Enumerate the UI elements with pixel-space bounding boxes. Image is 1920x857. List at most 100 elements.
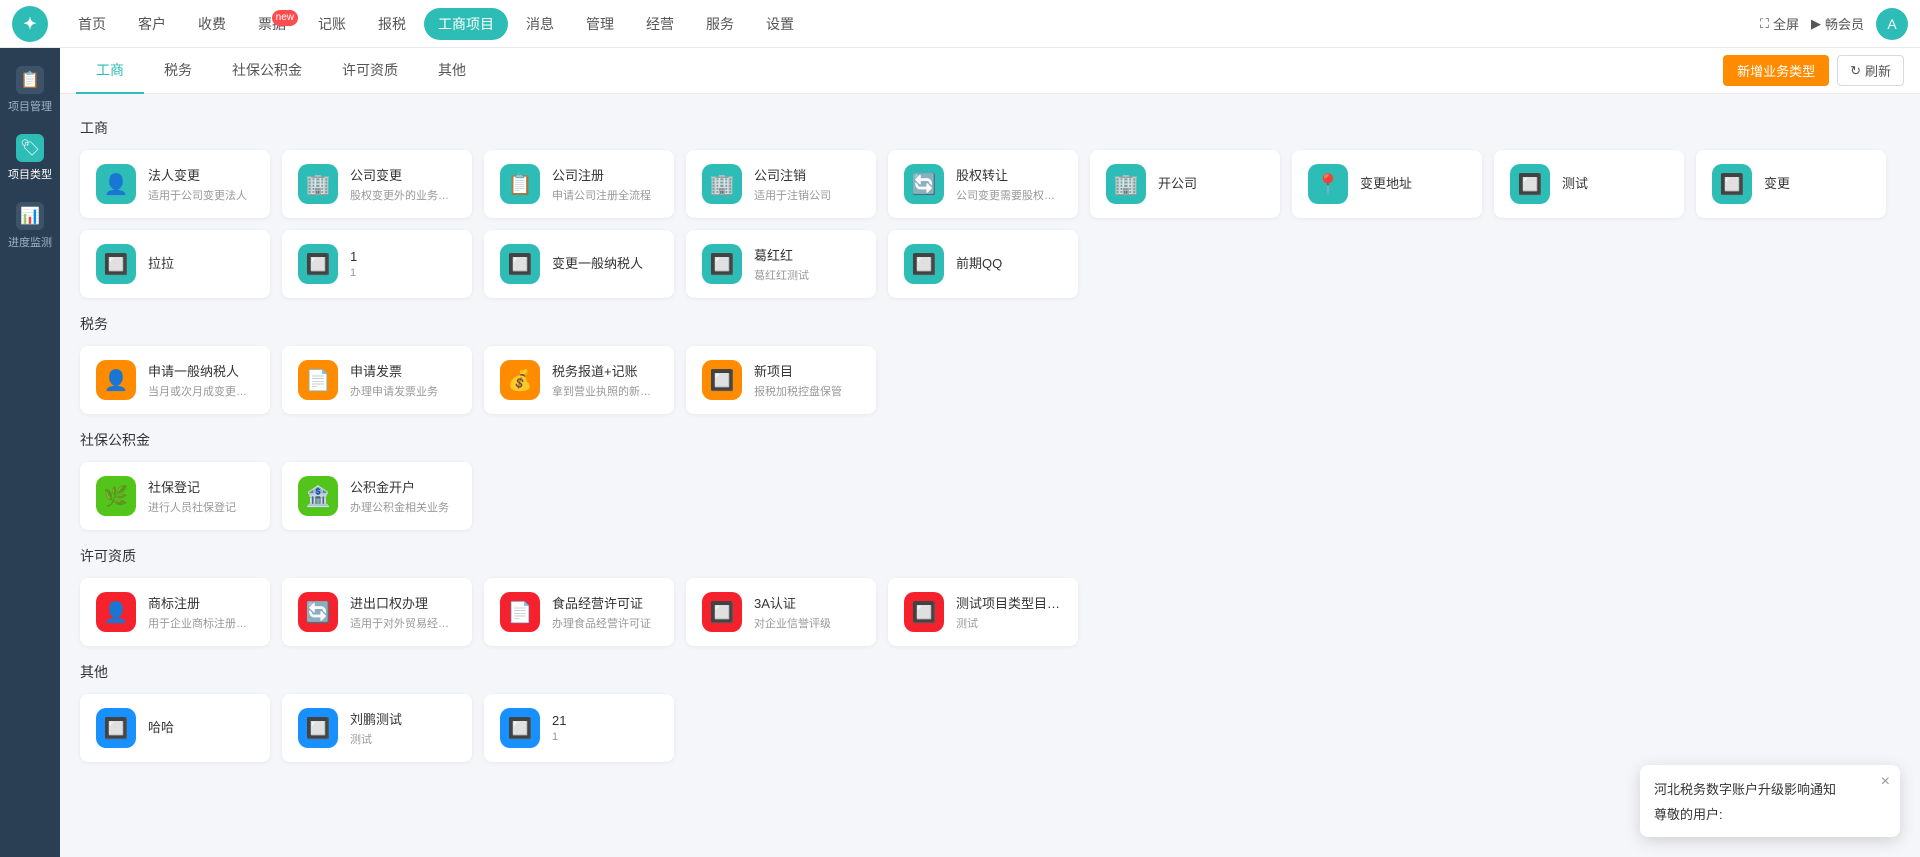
card-open-company[interactable]: 🏢 开公司 <box>1090 150 1280 218</box>
card-title-company-cancel: 公司注销 <box>754 165 860 184</box>
card-trademark[interactable]: 👤 商标注册 用于企业商标注册服务 <box>80 578 270 646</box>
card-title-change-address: 变更地址 <box>1360 173 1466 192</box>
sidebar-item-project-manage[interactable]: 📋 项目管理 <box>0 56 60 124</box>
nav-item-ticket[interactable]: 票据new <box>244 8 300 40</box>
card-desc-import-export: 适用于对外贸易经营者 <box>350 615 456 631</box>
tab-other[interactable]: 其他 <box>418 48 486 94</box>
card-text-test-type-def: 测试项目类型目定义 测试 <box>956 593 1062 631</box>
nav-item-business[interactable]: 工商项目 <box>424 8 508 40</box>
tab-tax[interactable]: 税务 <box>144 48 212 94</box>
card-change-address[interactable]: 📍 变更地址 <box>1292 150 1482 218</box>
card-change[interactable]: 🔲 变更 <box>1696 150 1886 218</box>
section-title-business: 工商 <box>80 118 1900 138</box>
cards-grid-social-fund: 🌿 社保登记 进行人员社保登记 🏦 公积金开户 办理公积金相关业务 <box>80 462 1900 530</box>
tab-social-fund[interactable]: 社保公积金 <box>212 48 322 94</box>
card-num21[interactable]: 🔲 21 1 <box>484 694 674 762</box>
nav-item-settings[interactable]: 设置 <box>752 8 808 40</box>
card-title-new-project: 新项目 <box>754 361 860 380</box>
sidebar-icon-progress-monitor: 📊 <box>16 202 44 230</box>
card-title-guhonghong: 葛红红 <box>754 245 860 264</box>
card-title-liupeng-test: 刘鹏测试 <box>350 709 456 728</box>
card-import-export[interactable]: 🔄 进出口权办理 适用于对外贸易经营者 <box>282 578 472 646</box>
card-apply-general-tax[interactable]: 👤 申请一般纳税人 当月或次月成变更完成 <box>80 346 270 414</box>
nav-item-accounting[interactable]: 记账 <box>304 8 360 40</box>
card-desc-food-license: 办理食品经营许可证 <box>552 615 658 631</box>
nav-item-service[interactable]: 服务 <box>692 8 748 40</box>
card-liupeng-test[interactable]: 🔲 刘鹏测试 测试 <box>282 694 472 762</box>
card-text-company-change: 公司变更 股权变更外的业务变更 <box>350 165 456 203</box>
card-test[interactable]: 🔲 测试 <box>1494 150 1684 218</box>
card-title-company-register: 公司注册 <box>552 165 658 184</box>
card-legal-change[interactable]: 👤 法人变更 适用于公司变更法人 <box>80 150 270 218</box>
card-text-num21: 21 1 <box>552 713 658 743</box>
card-title-lala: 拉拉 <box>148 253 254 272</box>
notification-close-button[interactable]: × <box>1881 773 1890 791</box>
card-company-change[interactable]: 🏢 公司变更 股权变更外的业务变更 <box>282 150 472 218</box>
card-title-apply-invoice: 申请发票 <box>350 361 456 380</box>
card-text-food-license: 食品经营许可证 办理食品经营许可证 <box>552 593 658 631</box>
nav-item-message[interactable]: 消息 <box>512 8 568 40</box>
card-3a-cert[interactable]: 🔲 3A认证 对企业信誉评级 <box>686 578 876 646</box>
card-lala[interactable]: 🔲 拉拉 <box>80 230 270 298</box>
card-fund-account[interactable]: 🏦 公积金开户 办理公积金相关业务 <box>282 462 472 530</box>
card-company-register[interactable]: 📋 公司注册 申请公司注册全流程 <box>484 150 674 218</box>
card-icon-change-address: 📍 <box>1308 164 1348 204</box>
card-num1[interactable]: 🔲 1 1 <box>282 230 472 298</box>
card-text-guhonghong: 葛红红 葛红红测试 <box>754 245 860 283</box>
notification-popup: × 河北税务数字账户升级影响通知 尊敬的用户: <box>1640 765 1900 837</box>
tab-business[interactable]: 工商 <box>76 48 144 94</box>
nav-item-customer[interactable]: 客户 <box>124 8 180 40</box>
fullscreen-button[interactable]: ⛶ 全屏 <box>1760 14 1799 33</box>
card-title-import-export: 进出口权办理 <box>350 593 456 612</box>
member-button[interactable]: ▶ 畅会员 <box>1811 14 1864 33</box>
card-title-trademark: 商标注册 <box>148 593 254 612</box>
card-icon-num1: 🔲 <box>298 244 338 284</box>
sidebar-item-progress-monitor[interactable]: 📊 进度监测 <box>0 192 60 260</box>
card-guhonghong[interactable]: 🔲 葛红红 葛红红测试 <box>686 230 876 298</box>
card-tax-report-accounting[interactable]: 💰 税务报道+记账 拿到营业执照的新公司 <box>484 346 674 414</box>
nav-items: 首页客户收费票据new记账报税工商项目消息管理经营服务设置 <box>64 8 1760 40</box>
nav-item-manage[interactable]: 管理 <box>572 8 628 40</box>
card-equity-transfer[interactable]: 🔄 股权转让 公司变更需要股权转让 <box>888 150 1078 218</box>
card-test-type-def[interactable]: 🔲 测试项目类型目定义 测试 <box>888 578 1078 646</box>
refresh-button[interactable]: ↻ 刷新 <box>1837 55 1904 86</box>
card-new-project[interactable]: 🔲 新项目 报税加税控盘保管 <box>686 346 876 414</box>
card-desc-test-type-def: 测试 <box>956 615 1062 631</box>
card-apply-invoice[interactable]: 📄 申请发票 办理申请发票业务 <box>282 346 472 414</box>
card-haha[interactable]: 🔲 哈哈 <box>80 694 270 762</box>
card-title-test: 测试 <box>1562 173 1668 192</box>
card-desc-3a-cert: 对企业信誉评级 <box>754 615 860 631</box>
nav-item-tax[interactable]: 报税 <box>364 8 420 40</box>
card-icon-import-export: 🔄 <box>298 592 338 632</box>
content-area: 工商 👤 法人变更 适用于公司变更法人 🏢 公司变更 股权变更外的业务变更 📋 … <box>60 94 1920 794</box>
card-qqpre[interactable]: 🔲 前期QQ <box>888 230 1078 298</box>
card-text-trademark: 商标注册 用于企业商标注册服务 <box>148 593 254 631</box>
card-desc-liupeng-test: 测试 <box>350 731 456 747</box>
card-desc-new-project: 报税加税控盘保管 <box>754 383 860 399</box>
sidebar-icon-project-manage: 📋 <box>16 66 44 94</box>
card-text-open-company: 开公司 <box>1158 173 1264 195</box>
cards-grid-tax: 👤 申请一般纳税人 当月或次月成变更完成 📄 申请发票 办理申请发票业务 💰 税… <box>80 346 1900 414</box>
card-title-num21: 21 <box>552 713 658 728</box>
card-icon-liupeng-test: 🔲 <box>298 708 338 748</box>
card-desc-tax-report-accounting: 拿到营业执照的新公司 <box>552 383 658 399</box>
card-desc-guhonghong: 葛红红测试 <box>754 267 860 283</box>
card-icon-food-license: 📄 <box>500 592 540 632</box>
card-icon-lala: 🔲 <box>96 244 136 284</box>
card-company-cancel[interactable]: 🏢 公司注销 适用于注销公司 <box>686 150 876 218</box>
card-social-register[interactable]: 🌿 社保登记 进行人员社保登记 <box>80 462 270 530</box>
nav-item-billing[interactable]: 收费 <box>184 8 240 40</box>
card-desc-company-cancel: 适用于注销公司 <box>754 187 860 203</box>
card-food-license[interactable]: 📄 食品经营许可证 办理食品经营许可证 <box>484 578 674 646</box>
new-type-button[interactable]: 新增业务类型 <box>1723 55 1829 86</box>
card-icon-3a-cert: 🔲 <box>702 592 742 632</box>
card-text-3a-cert: 3A认证 对企业信誉评级 <box>754 593 860 631</box>
sidebar-item-project-type[interactable]: 🏷 项目类型 <box>0 124 60 192</box>
card-change-tax[interactable]: 🔲 变更一般纳税人 <box>484 230 674 298</box>
avatar[interactable]: A <box>1876 8 1908 40</box>
nav-item-home[interactable]: 首页 <box>64 8 120 40</box>
tabs-bar-right: 新增业务类型 ↻ 刷新 <box>1723 55 1904 86</box>
tab-license[interactable]: 许可资质 <box>322 48 418 94</box>
nav-item-operation[interactable]: 经营 <box>632 8 688 40</box>
card-icon-new-project: 🔲 <box>702 360 742 400</box>
